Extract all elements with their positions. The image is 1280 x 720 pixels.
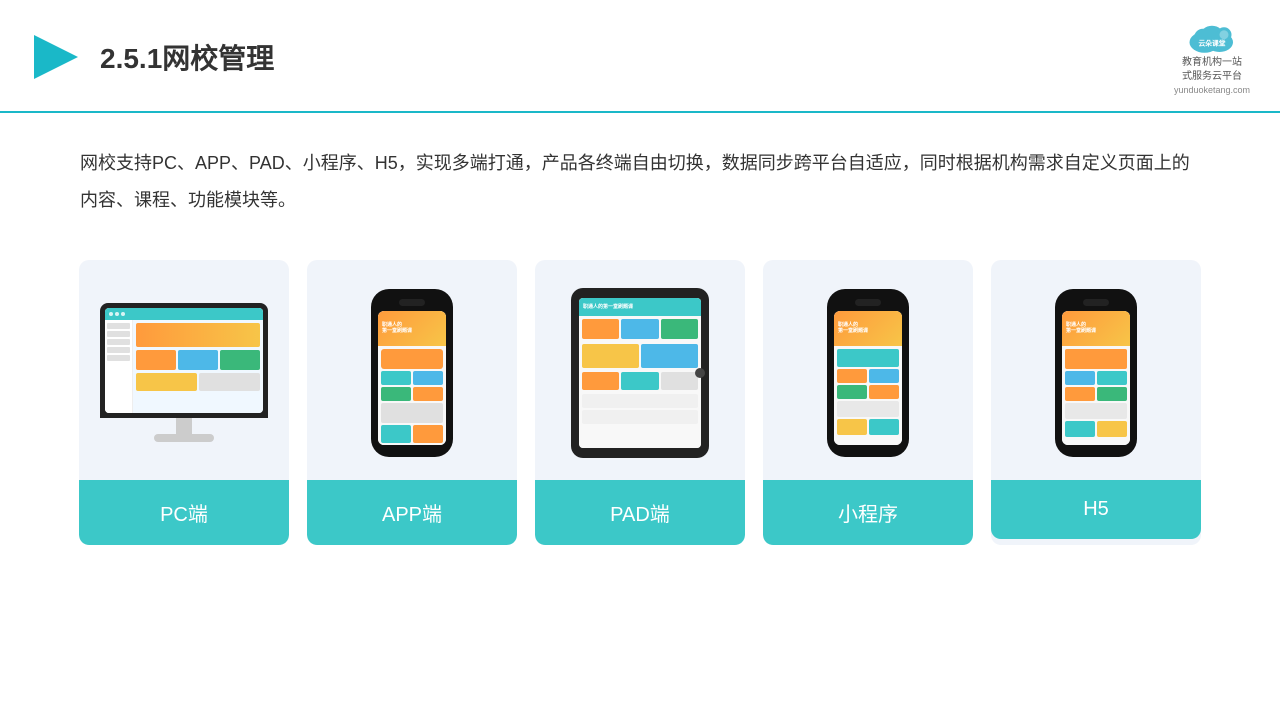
card-pc-image — [79, 260, 289, 480]
card-h5-image: 职通人的第一堂刷题课 — [991, 260, 1201, 480]
card-pad: 职通人的第一堂刷题课 — [535, 260, 745, 545]
phone-mockup-h5: 职通人的第一堂刷题课 — [1055, 289, 1137, 457]
logo-sub-text: 教育机构一站 式服务云平台 yunduoketang.com — [1174, 56, 1250, 97]
svg-text:云朵课堂: 云朵课堂 — [1198, 38, 1225, 47]
header: 2.5.1网校管理 云朵课堂 教育机构一站 式服务云平台 yunduoketan… — [0, 0, 1280, 113]
cloud-logo-icon: 云朵课堂 — [1182, 18, 1242, 56]
play-logo-icon — [30, 31, 82, 83]
card-app-label: APP端 — [307, 480, 517, 545]
card-pc-label: PC端 — [79, 480, 289, 545]
monitor-mockup — [100, 303, 268, 442]
logo-area: 云朵课堂 教育机构一站 式服务云平台 yunduoketang.com — [1174, 18, 1250, 97]
tablet-mockup: 职通人的第一堂刷题课 — [571, 288, 709, 458]
phone-mockup-app: 职通人的第一堂刷题课 — [371, 289, 453, 457]
card-h5: 职通人的第一堂刷题课 — [991, 260, 1201, 545]
card-pc: PC端 — [79, 260, 289, 545]
card-app-image: 职通人的第一堂刷题课 — [307, 260, 517, 480]
card-mini-image: 职通人的第一堂刷题课 — [763, 260, 973, 480]
card-mini: 职通人的第一堂刷题课 — [763, 260, 973, 545]
card-h5-label: H5 — [991, 480, 1201, 539]
card-pad-image: 职通人的第一堂刷题课 — [535, 260, 745, 480]
description-text: 网校支持PC、APP、PAD、小程序、H5，实现多端打通，产品各终端自由切换，数… — [0, 113, 1280, 231]
card-pad-label: PAD端 — [535, 480, 745, 545]
card-mini-label: 小程序 — [763, 480, 973, 545]
header-left: 2.5.1网校管理 — [30, 31, 274, 83]
cards-container: PC端 职通人的第一堂刷题课 — [0, 230, 1280, 565]
page-title: 2.5.1网校管理 — [100, 37, 274, 77]
card-app: 职通人的第一堂刷题课 — [307, 260, 517, 545]
phone-mockup-mini: 职通人的第一堂刷题课 — [827, 289, 909, 457]
